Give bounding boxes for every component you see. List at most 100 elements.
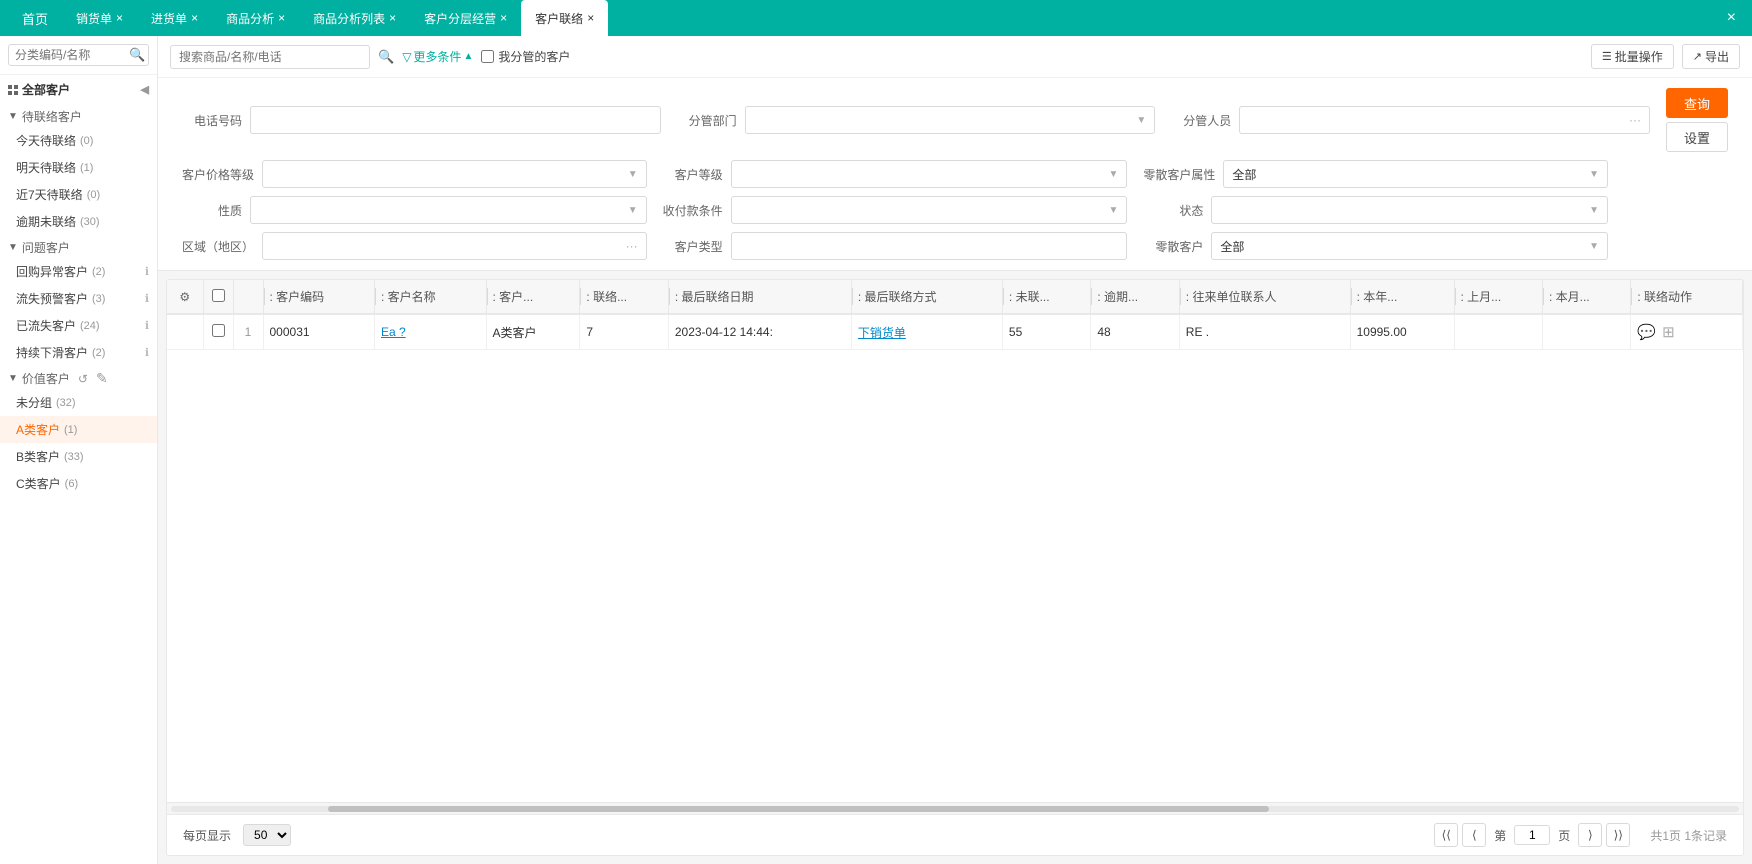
prev-page-btn[interactable]: ⟨ — [1462, 823, 1486, 847]
nav-product-list[interactable]: 商品分析列表 × — [299, 0, 410, 36]
col-gear[interactable]: ⚙ — [167, 280, 203, 314]
region-select[interactable]: ··· — [262, 232, 647, 260]
row-last-date-cell: 2023-04-12 14:44: — [668, 314, 851, 350]
nav-product-analysis[interactable]: 商品分析 × — [212, 0, 299, 36]
sidebar-group-problem[interactable]: ▼ 问题客户 — [0, 235, 157, 258]
page-size-select[interactable]: 50 — [243, 824, 291, 846]
setting-btn[interactable]: 设置 — [1666, 122, 1728, 152]
sidebar-item-today[interactable]: 今天待联络 (0) — [0, 127, 157, 154]
nav-customer-segment[interactable]: 客户分层经营 × — [410, 0, 521, 36]
customer-name-link[interactable]: Ea ? — [381, 325, 406, 339]
payment-select[interactable]: ▼ — [731, 196, 1128, 224]
cust-level-label: 客户等级 — [663, 166, 723, 183]
sidebar-item-repurchase[interactable]: 回购异常客户 (2) ℹ — [0, 258, 157, 285]
nav-close-product-list[interactable]: × — [389, 11, 396, 25]
sidebar-all-customers[interactable]: 全部客户 ◀ — [0, 75, 157, 104]
query-btn-area: 查询 设置 — [1658, 88, 1736, 152]
info-repurchase-icon[interactable]: ℹ — [145, 265, 149, 278]
qr-icon[interactable]: ⊞ — [1662, 323, 1675, 341]
filter-search-icon[interactable]: 🔍 — [378, 49, 394, 65]
chat-icon[interactable]: 💬 — [1637, 323, 1656, 341]
col-contact: : 联络... — [580, 280, 668, 314]
cust-type-select[interactable] — [731, 232, 1128, 260]
sidebar-group-pending[interactable]: ▼ 待联络客户 — [0, 104, 157, 127]
my-customers-checkbox-label[interactable]: 我分管的客户 — [481, 48, 570, 65]
info-churn-warn-icon[interactable]: ℹ — [145, 292, 149, 305]
dept-select[interactable]: ▼ — [745, 106, 1156, 134]
page-label: 第 — [1494, 827, 1506, 844]
retail-select[interactable]: 全部 ▼ — [1211, 232, 1608, 260]
nav-customer-contact[interactable]: 客户联络 × — [521, 0, 608, 36]
sidebar-item-class-a[interactable]: A类客户 (1) — [0, 416, 157, 443]
row-last-method-cell[interactable]: 下销货单 — [851, 314, 1002, 350]
last-method-link[interactable]: 下销货单 — [858, 326, 906, 340]
col-checkbox-header[interactable] — [203, 280, 233, 314]
row-last-month-cell — [1454, 314, 1542, 350]
close-all-icon[interactable]: × — [1719, 9, 1744, 27]
info-churned-icon[interactable]: ℹ — [145, 319, 149, 332]
info-declining-icon[interactable]: ℹ — [145, 346, 149, 359]
row-name-cell[interactable]: Ea ? — [375, 314, 487, 350]
col-actions: : 联络动作 — [1631, 280, 1743, 314]
price-level-select[interactable]: ▼ — [262, 160, 647, 188]
sidebar-group-value[interactable]: ▼ 价值客户 ↺ ✎ — [0, 366, 157, 389]
sidebar-item-churned[interactable]: 已流失客户 (24) ℹ — [0, 312, 157, 339]
main-layout: 🔍 全部客户 ◀ ▼ 待联络客户 今天待联络 (0) 明天待联络 (1) — [0, 36, 1752, 864]
status-select[interactable]: ▼ — [1211, 196, 1608, 224]
person-select[interactable]: ··· — [1239, 106, 1650, 134]
collapse-sidebar-icon[interactable]: ◀ — [141, 83, 149, 96]
nature-label: 性质 — [182, 202, 242, 219]
table-scrollbar[interactable] — [167, 802, 1743, 814]
my-customers-checkbox[interactable] — [481, 50, 494, 63]
table-row: 1 000031 Ea ? A类客户 7 2023-04-12 14:44: 下… — [167, 314, 1743, 350]
sidebar-item-declining[interactable]: 持续下滑客户 (2) ℹ — [0, 339, 157, 366]
sidebar-item-churn-warn[interactable]: 流失预警客户 (3) ℹ — [0, 285, 157, 312]
nav-close-customer-contact[interactable]: × — [587, 11, 594, 25]
sidebar-item-7days[interactable]: 近7天待联络 (0) — [0, 181, 157, 208]
filter-row-1: 电话号码 分管部门 ▼ 分管人员 ··· — [174, 88, 1736, 152]
nav-purchase[interactable]: 进货单 × — [137, 0, 212, 36]
export-btn[interactable]: ↗ 导出 — [1682, 44, 1740, 69]
triangle-problem-icon: ▼ — [8, 242, 18, 253]
batch-op-btn[interactable]: ☰ 批量操作 — [1591, 44, 1674, 69]
sidebar-search-input[interactable] — [8, 44, 149, 66]
sidebar-item-no-group[interactable]: 未分组 (32) — [0, 389, 157, 416]
nav-close-product-analysis[interactable]: × — [278, 11, 285, 25]
first-page-btn[interactable]: ⟨⟨ — [1434, 823, 1458, 847]
row-checkbox-cell[interactable] — [203, 314, 233, 350]
row-overdue-cell: 48 — [1091, 314, 1179, 350]
region-dots-icon: ··· — [626, 239, 638, 253]
refresh-value-icon[interactable]: ↺ — [78, 372, 88, 386]
col-this-year: : 本年... — [1350, 280, 1454, 314]
nav-close-customer-segment[interactable]: × — [500, 11, 507, 25]
nav-sales[interactable]: 销货单 × — [62, 0, 137, 36]
query-btn[interactable]: 查询 — [1666, 88, 1728, 118]
filter-cell-dept: 分管部门 ▼ — [669, 106, 1164, 134]
row-checkbox[interactable] — [212, 324, 225, 337]
nav-home[interactable]: 首页 — [8, 0, 62, 36]
edit-value-icon[interactable]: ✎ — [96, 370, 108, 387]
sidebar-item-tomorrow[interactable]: 明天待联络 (1) — [0, 154, 157, 181]
action-icons: 💬 ⊞ — [1637, 323, 1736, 341]
payment-label: 收付款条件 — [663, 202, 723, 219]
cust-level-select[interactable]: ▼ — [731, 160, 1128, 188]
filter-search-input[interactable] — [170, 45, 370, 69]
next-page-btn[interactable]: ⟩ — [1578, 823, 1602, 847]
sidebar-item-overdue[interactable]: 逾期未联络 (30) — [0, 208, 157, 235]
sidebar-item-class-c[interactable]: C类客户 (6) — [0, 470, 157, 497]
scrollbar-thumb[interactable] — [328, 806, 1269, 812]
col-level: : 客户... — [486, 280, 580, 314]
page-number-input[interactable] — [1514, 825, 1550, 845]
phone-input[interactable] — [250, 106, 661, 134]
sidebar: 🔍 全部客户 ◀ ▼ 待联络客户 今天待联络 (0) 明天待联络 (1) — [0, 36, 158, 864]
last-page-btn[interactable]: ⟩⟩ — [1606, 823, 1630, 847]
sidebar-item-class-b[interactable]: B类客户 (33) — [0, 443, 157, 470]
nature-select[interactable]: ▼ — [250, 196, 647, 224]
nav-close-purchase[interactable]: × — [191, 11, 198, 25]
filter-more-btn[interactable]: ▽ 更多条件 ▲ — [402, 48, 473, 65]
page-nav: ⟨⟨ ⟨ 第 页 ⟩ ⟩⟩ 共1页 1条记录 — [1434, 823, 1727, 847]
nav-close-sales[interactable]: × — [116, 11, 123, 25]
retail-attr-select[interactable]: 全部 ▼ — [1223, 160, 1608, 188]
price-level-arrow: ▼ — [628, 169, 638, 180]
select-all-checkbox[interactable] — [212, 289, 225, 302]
